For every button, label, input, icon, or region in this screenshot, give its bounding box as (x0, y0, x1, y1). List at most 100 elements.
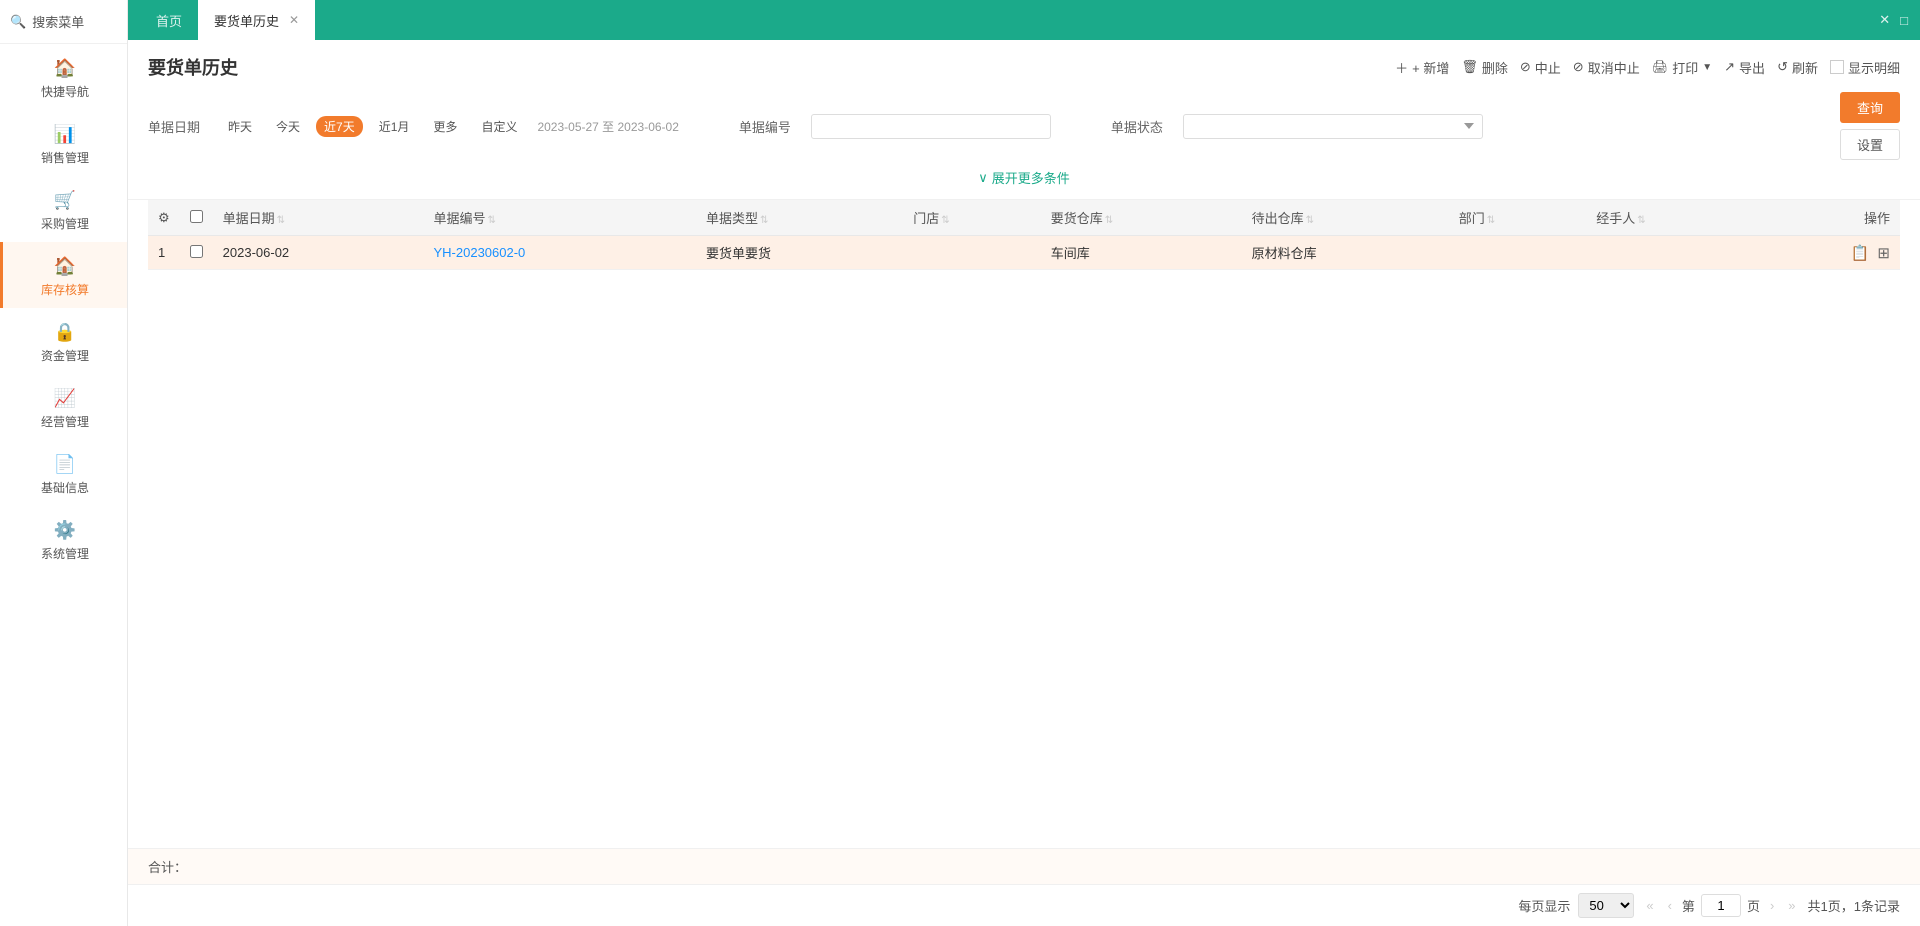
display-detail-checkbox[interactable] (1830, 60, 1844, 74)
date-btn-7days[interactable]: 近7天 (316, 116, 363, 137)
basic-icon: 📄 (54, 454, 76, 475)
last-page-button[interactable]: » (1784, 896, 1799, 915)
sidebar-item-inventory[interactable]: 🏠 库存核算 (0, 242, 127, 308)
sort-icon[interactable]: ⇅ (1637, 215, 1645, 226)
first-page-button[interactable]: « (1642, 896, 1657, 915)
table-row: 1 2023-06-02 YH-20230602-0 要货单要货 车间库 原材料… (148, 236, 1900, 270)
page-suffix: 页 (1747, 896, 1760, 915)
print-label: 打印 (1672, 58, 1698, 77)
new-label: + 新增 (1412, 58, 1449, 77)
tab-home-label: 首页 (156, 11, 182, 30)
date-btn-1month[interactable]: 近1月 (371, 116, 418, 137)
col-handler: 经手人⇅ (1586, 200, 1755, 236)
doc-no-label: 单据编号 (739, 117, 791, 136)
purchase-icon: 🛒 (54, 190, 76, 211)
sort-icon[interactable]: ⇅ (1487, 215, 1495, 226)
per-page-select[interactable]: 50 10 20 100 (1578, 893, 1634, 918)
page-navigation: « ‹ 第 页 › » (1642, 894, 1799, 917)
display-detail-toggle[interactable]: 显示明细 (1830, 58, 1900, 77)
sidebar-search[interactable]: 🔍 搜索菜单 (0, 0, 127, 44)
refresh-button[interactable]: ↺ 刷新 (1777, 58, 1818, 77)
doc-no-link[interactable]: YH-20230602-0 (434, 245, 526, 260)
row-doc-no[interactable]: YH-20230602-0 (424, 236, 697, 270)
print-icon: 🖨 (1652, 59, 1669, 75)
sidebar-item-label: 系统管理 (41, 545, 89, 562)
date-btn-yesterday[interactable]: 昨天 (220, 116, 260, 137)
sidebar-item-finance[interactable]: 🔒 资金管理 (0, 308, 127, 374)
expand-more-button[interactable]: ∨ 展开更多条件 (148, 168, 1900, 187)
date-btn-more[interactable]: 更多 (425, 116, 465, 137)
sidebar-item-purchase[interactable]: 🛒 采购管理 (0, 176, 127, 242)
topbar-right: ✕ □ (1879, 12, 1908, 28)
prev-page-button[interactable]: ‹ (1664, 896, 1676, 915)
sort-icon[interactable]: ⇅ (488, 215, 496, 226)
col-checkbox-header[interactable] (180, 200, 213, 236)
export-label: 导出 (1739, 58, 1765, 77)
sidebar-item-label: 销售管理 (41, 149, 89, 166)
sort-icon[interactable]: ⇅ (277, 215, 285, 226)
refresh-icon: ↺ (1777, 59, 1788, 75)
delete-button[interactable]: 🗑 删除 (1461, 58, 1508, 77)
delete-label: 删除 (1482, 58, 1508, 77)
window-maximize-icon[interactable]: □ (1900, 13, 1908, 28)
settings-button[interactable]: 设置 (1840, 129, 1900, 160)
query-button[interactable]: 查询 (1840, 92, 1900, 123)
tab-requisition-history[interactable]: 要货单历史 ✕ (198, 0, 315, 40)
status-select[interactable] (1183, 114, 1483, 139)
sidebar-item-system[interactable]: ⚙️ 系统管理 (0, 506, 127, 572)
select-all-checkbox[interactable] (190, 210, 203, 223)
sort-icon[interactable]: ⇅ (760, 215, 768, 226)
export-button[interactable]: ↗ 导出 (1724, 58, 1765, 77)
sort-icon[interactable]: ⇅ (1306, 215, 1314, 226)
stop-button[interactable]: ⊘ 中止 (1520, 58, 1561, 77)
row-doc-type: 要货单要货 (696, 236, 903, 270)
tab-home[interactable]: 首页 (140, 0, 198, 40)
new-button[interactable]: ＋ + 新增 (1395, 58, 1449, 77)
page-number-input[interactable] (1701, 894, 1741, 917)
sidebar: 🔍 搜索菜单 🏠 快捷导航 📊 销售管理 🛒 采购管理 🏠 库存核算 🔒 资金管… (0, 0, 128, 926)
cancel-stop-button[interactable]: ⊘ 取消中止 (1573, 58, 1640, 77)
row-department (1449, 236, 1586, 270)
table-footer: 合计： (128, 848, 1920, 884)
status-label: 单据状态 (1111, 117, 1163, 136)
col-department: 部门⇅ (1449, 200, 1586, 236)
doc-no-input[interactable] (811, 114, 1051, 139)
home-icon: 🏠 (54, 58, 76, 79)
data-table: ⚙ 单据日期⇅ 单据编号⇅ 单据类型⇅ 门店⇅ 要货仓库⇅ 待出仓库⇅ 部门⇅ … (148, 200, 1900, 270)
sidebar-item-operations[interactable]: 📈 经营管理 (0, 374, 127, 440)
filter-row-1: 单据日期 昨天 今天 近7天 近1月 更多 自定义 2023-05-27 至 2… (148, 92, 1900, 160)
sidebar-item-basic[interactable]: 📄 基础信息 (0, 440, 127, 506)
sort-icon[interactable]: ⇅ (1105, 215, 1113, 226)
sort-icon[interactable]: ⇅ (941, 215, 949, 226)
table-container: ⚙ 单据日期⇅ 单据编号⇅ 单据类型⇅ 门店⇅ 要货仓库⇅ 待出仓库⇅ 部门⇅ … (128, 200, 1920, 848)
sidebar-item-quick-nav[interactable]: 🏠 快捷导航 (0, 44, 127, 110)
next-page-button[interactable]: › (1766, 896, 1778, 915)
sidebar-item-sales[interactable]: 📊 销售管理 (0, 110, 127, 176)
col-settings[interactable]: ⚙ (148, 200, 180, 236)
print-button[interactable]: 🖨 打印 ▼ (1652, 58, 1712, 77)
sidebar-item-label: 库存核算 (41, 281, 89, 298)
refresh-label: 刷新 (1792, 58, 1818, 77)
filter-area: 单据日期 昨天 今天 近7天 近1月 更多 自定义 2023-05-27 至 2… (128, 80, 1920, 200)
export-icon: ↗ (1724, 59, 1735, 75)
row-req-warehouse: 车间库 (1041, 236, 1242, 270)
date-btn-today[interactable]: 今天 (268, 116, 308, 137)
table-header-row: ⚙ 单据日期⇅ 单据编号⇅ 单据类型⇅ 门店⇅ 要货仓库⇅ 待出仓库⇅ 部门⇅ … (148, 200, 1900, 236)
page-info: 共1页，1条记录 (1808, 896, 1900, 915)
page-header: 要货单历史 ＋ + 新增 🗑 删除 ⊘ 中止 ⊘ 取消中止 (128, 40, 1920, 80)
row-edit-icon[interactable]: 📋 (1851, 244, 1870, 262)
tab-close-icon[interactable]: ✕ (289, 13, 299, 27)
row-checkbox[interactable] (180, 236, 213, 270)
stop-label: 中止 (1535, 58, 1561, 77)
row-select-checkbox[interactable] (190, 245, 203, 258)
window-close-icon[interactable]: ✕ (1879, 12, 1890, 28)
finance-icon: 🔒 (54, 322, 76, 343)
row-more-icon[interactable]: ⊞ (1877, 244, 1890, 262)
stop-icon: ⊘ (1520, 59, 1531, 75)
row-date: 2023-06-02 (213, 236, 424, 270)
date-btn-custom[interactable]: 自定义 (473, 116, 525, 137)
sidebar-search-label: 搜索菜单 (32, 12, 84, 31)
sidebar-item-label: 采购管理 (41, 215, 89, 232)
page-title: 要货单历史 (148, 54, 238, 80)
row-actions: 📋 ⊞ (1755, 236, 1900, 270)
